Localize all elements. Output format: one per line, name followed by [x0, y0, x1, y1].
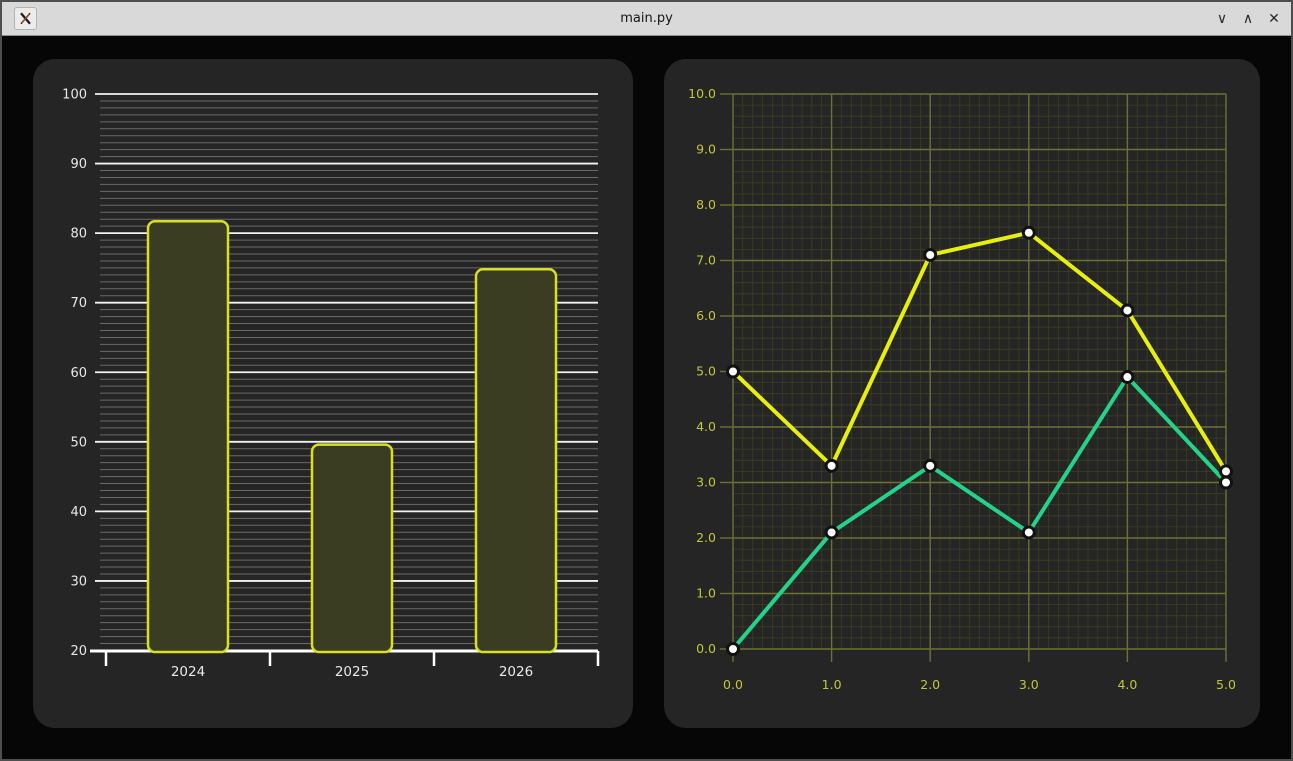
x11-icon-glyph [20, 12, 31, 25]
bar-2026 [474, 268, 558, 654]
bars: 2024 2025 2026 [146, 220, 558, 680]
x-tick-label: 2024 [171, 664, 205, 680]
y-tick-label: 1.0 [696, 586, 716, 601]
y-tick-label: 10.0 [688, 86, 716, 101]
data-point [824, 525, 839, 540]
line-chart: 0.0 1.0 2.0 3.0 4.0 5.0 0.0 1.0 2.0 3.0 4.0 5.0 6.0 7… [688, 86, 1236, 692]
titlebar[interactable]: main.py ∨ ∧ ✕ [2, 2, 1291, 36]
y-tick-label: 3.0 [696, 475, 716, 490]
x-tick-label: 2.0 [920, 677, 940, 692]
y-tick-label: 6.0 [696, 308, 716, 323]
y-tick-label: 100 [62, 88, 87, 103]
data-point [726, 642, 740, 656]
bar-chart-panel: 20 30 40 50 60 70 80 90 100 2024 2025 2026 [33, 59, 633, 728]
y-tick-label: 40 [70, 505, 87, 520]
y-tick-label: 5.0 [696, 364, 716, 379]
data-point [726, 364, 740, 379]
data-point [1219, 464, 1233, 479]
close-button[interactable]: ✕ [1267, 12, 1281, 26]
data-point [1021, 525, 1036, 540]
window-title: main.py [620, 11, 673, 26]
y-tick-label: 2.0 [696, 530, 716, 545]
x11-icon [14, 7, 37, 30]
x-tick-label: 2026 [499, 664, 533, 680]
y-tick-label: 50 [70, 435, 87, 450]
x-tick-label: 4.0 [1117, 677, 1137, 692]
window-controls: ∨ ∧ ✕ [1215, 2, 1281, 35]
data-point [1021, 225, 1036, 240]
data-point [923, 247, 938, 262]
x-tick-label: 1.0 [822, 677, 842, 692]
data-point [923, 458, 938, 473]
y-tick-label: 80 [70, 227, 87, 242]
y-tick-label: 7.0 [696, 253, 716, 268]
data-point [1120, 370, 1135, 385]
data-point [824, 458, 839, 473]
bar-chart: 20 30 40 50 60 70 80 90 100 2024 2025 2026 [62, 88, 600, 680]
y-tick-label: 90 [70, 157, 87, 172]
x-tick-label: 3.0 [1019, 677, 1039, 692]
data-point [1219, 475, 1233, 490]
minimize-button[interactable]: ∨ [1215, 12, 1229, 26]
line-chart-panel: 0.0 1.0 2.0 3.0 4.0 5.0 0.0 1.0 2.0 3.0 4.0 5.0 6.0 7… [664, 59, 1260, 728]
major-gridlines: 0.0 1.0 2.0 3.0 4.0 5.0 0.0 1.0 2.0 3.0 4.0 5.0 6.0 7… [688, 86, 1236, 692]
y-tick-label: 70 [70, 296, 87, 311]
data-point [1120, 303, 1135, 318]
y-tick-label: 9.0 [696, 142, 716, 157]
y-tick-label: 20 [70, 644, 87, 659]
x-tick-label: 0.0 [723, 677, 743, 692]
x-tick-label: 5.0 [1216, 677, 1236, 692]
y-tick-label: 60 [70, 366, 87, 381]
y-tick-label: 8.0 [696, 197, 716, 212]
app-window: main.py ∨ ∧ ✕ 20 30 40 50 60 70 80 90 100 2024 202… [0, 0, 1293, 761]
x-tick-label: 2025 [335, 664, 369, 680]
y-tick-label: 4.0 [696, 419, 716, 434]
y-tick-label: 30 [70, 574, 87, 589]
y-tick-label: 0.0 [696, 641, 716, 656]
maximize-button[interactable]: ∧ [1241, 12, 1255, 26]
bar-2024 [146, 220, 230, 654]
bar-2025 [310, 443, 394, 654]
